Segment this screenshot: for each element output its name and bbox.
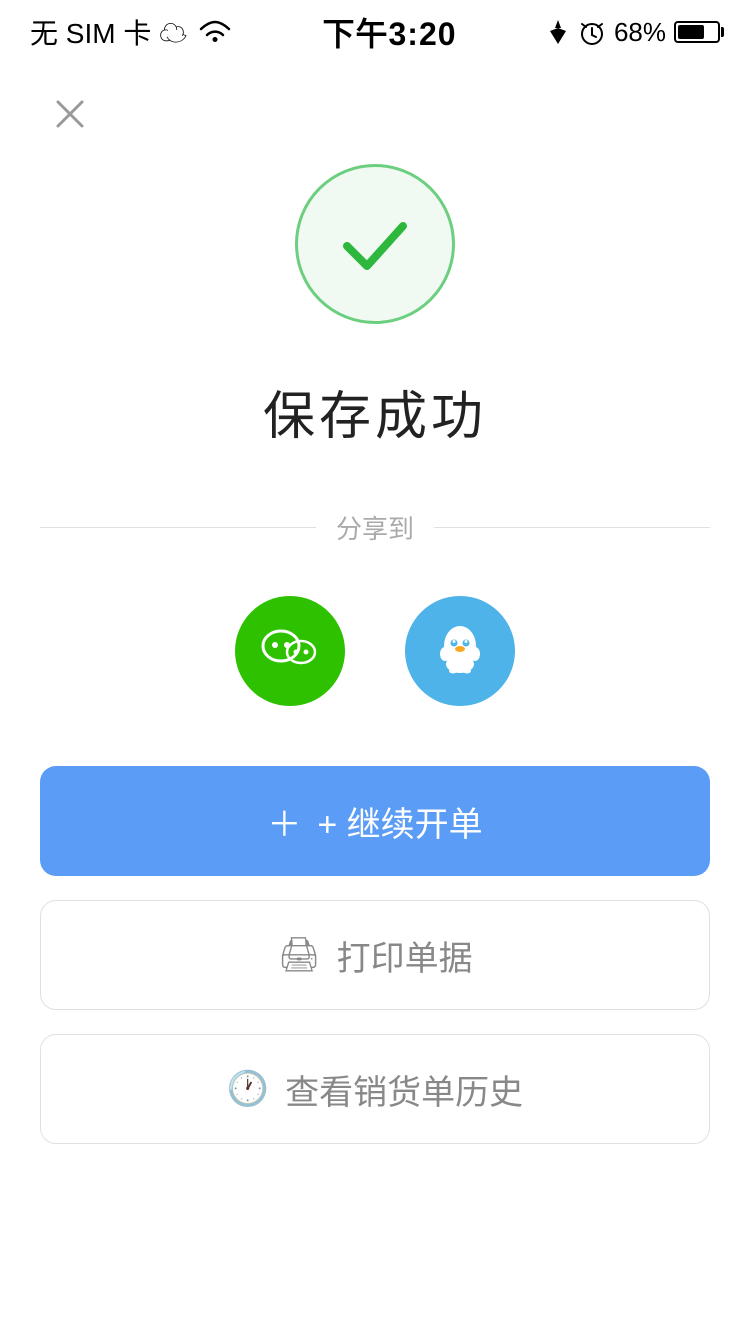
continue-order-label: + 继续开单 <box>317 797 482 846</box>
print-label: 打印单据 <box>337 931 473 980</box>
success-title: 保存成功 <box>263 374 487 449</box>
action-buttons: ＋ + 继续开单 🖨 打印单据 🕐 查看销货单历史 <box>40 766 710 1144</box>
success-icon <box>295 164 455 324</box>
history-icon: 🕐 <box>227 1069 269 1109</box>
wechat-icon <box>255 616 325 686</box>
divider-left <box>40 527 316 528</box>
share-divider: 分享到 <box>40 509 710 546</box>
share-label: 分享到 <box>336 509 414 546</box>
alarm-icon <box>578 18 606 46</box>
print-button[interactable]: 🖨 打印单据 <box>40 900 710 1010</box>
status-left: 无 SIM 卡 ☁ <box>30 12 233 52</box>
status-time: 下午3:20 <box>323 9 457 55</box>
close-button[interactable] <box>40 84 100 144</box>
status-bar: 无 SIM 卡 ☁ 下午3:20 68% <box>0 0 750 64</box>
battery-icon <box>674 21 720 43</box>
divider-right <box>434 527 710 528</box>
wechat-share-button[interactable] <box>235 596 345 706</box>
location-icon <box>546 18 570 46</box>
wifi-icon <box>197 18 233 46</box>
main-content: 保存成功 分享到 <box>0 64 750 1334</box>
no-sim-text: 无 SIM 卡 ☁ <box>30 12 187 52</box>
plus-icon: ＋ <box>267 797 301 846</box>
qq-share-button[interactable] <box>405 596 515 706</box>
share-icons <box>235 596 515 706</box>
print-icon: 🖨 <box>277 935 320 975</box>
history-label: 查看销货单历史 <box>285 1065 523 1114</box>
share-section: 分享到 <box>40 509 710 706</box>
battery-percent: 68% <box>614 17 666 48</box>
qq-icon <box>425 616 495 686</box>
history-button[interactable]: 🕐 查看销货单历史 <box>40 1034 710 1144</box>
battery-fill <box>678 25 704 39</box>
continue-order-button[interactable]: ＋ + 继续开单 <box>40 766 710 876</box>
status-right: 68% <box>546 17 720 48</box>
